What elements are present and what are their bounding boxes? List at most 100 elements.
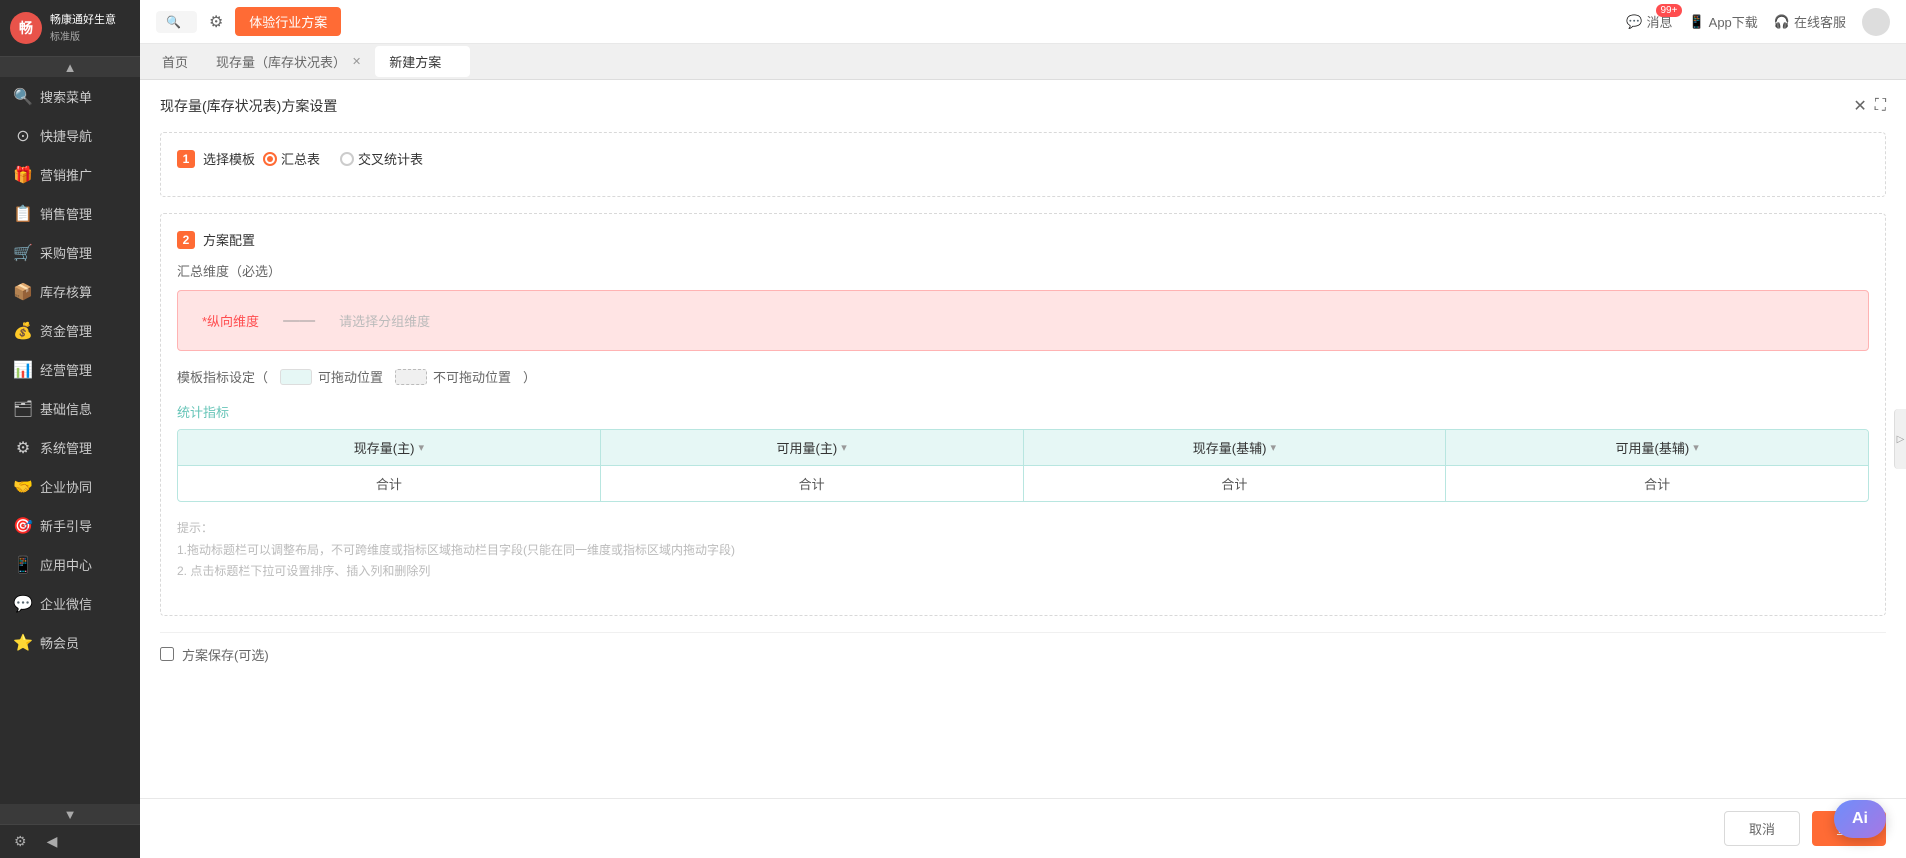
stats-cell-2: 合计 [601, 466, 1024, 501]
stats-col-1[interactable]: 现存量(主) ▾ [178, 430, 601, 465]
stats-label: 统计指标 [177, 402, 1869, 421]
sidebar-item-member[interactable]: ⭐ 畅会员 [0, 623, 140, 662]
stats-section: 统计指标 现存量(主) ▾ 可用量(主) ▾ [177, 402, 1869, 502]
tab-home-label: 首页 [162, 52, 188, 71]
col3-chevron-icon: ▾ [1270, 441, 1276, 454]
search-menu-icon: 🔍 [14, 88, 32, 106]
radio-cross-dot [340, 152, 354, 166]
sidebar-item-finance[interactable]: 💰 资金管理 [0, 311, 140, 350]
tips-section: 提示： 1.拖动标题栏可以调整布局，不可跨维度或指标区域拖动栏目字段(只能在同一… [177, 518, 1869, 583]
sidebar-item-label: 企业微信 [40, 594, 92, 613]
ai-fab-button[interactable]: Ai [1834, 800, 1886, 838]
sidebar-item-label: 快捷导航 [40, 126, 92, 145]
dimension-placeholder: 请选择分组维度 [339, 311, 430, 330]
close-window-button[interactable]: ✕ [1853, 96, 1866, 116]
inventory-icon: 📦 [14, 283, 32, 301]
stats-col-3[interactable]: 现存量(基辅) ▾ [1024, 430, 1447, 465]
expand-window-button[interactable]: ⛶ [1875, 96, 1886, 116]
app-name: 畅康通好生意 [50, 13, 116, 28]
tab-inventory-close-icon[interactable]: ✕ [352, 55, 361, 68]
ai-label: Ai [1852, 810, 1868, 828]
wechat-icon: 💬 [14, 595, 32, 613]
tip-1: 1.拖动标题栏可以调整布局，不可跨维度或指标区域拖动栏目字段(只能在同一维度或指… [177, 540, 1869, 562]
col1-label: 现存量(主) [354, 438, 415, 457]
radio-summary-dot [263, 152, 277, 166]
radio-cross-table[interactable]: 交叉统计表 [340, 149, 423, 168]
new-guide-icon: 🎯 [14, 517, 32, 535]
member-icon: ⭐ [14, 634, 32, 652]
page-title: 现存量(库存状况表)方案设置 [160, 96, 337, 116]
sidebar-item-enterprise[interactable]: 🤝 企业协同 [0, 467, 140, 506]
save-checkbox[interactable] [160, 647, 174, 661]
section-scheme-config: 2 方案配置 汇总维度（必选） *纵向维度 —— 请选择分组维度 模板指标设定（ [160, 213, 1886, 616]
stats-col-2[interactable]: 可用量(主) ▾ [601, 430, 1024, 465]
enterprise-icon: 🤝 [14, 478, 32, 496]
stats-cell-4: 合计 [1446, 466, 1868, 501]
tab-inventory-label: 现存量（库存状况表） [216, 52, 346, 71]
sidebar-item-label: 企业协同 [40, 477, 92, 496]
radio-summary-table[interactable]: 汇总表 [263, 149, 320, 168]
app-download[interactable]: 📱 App下载 [1688, 12, 1757, 31]
col1-chevron-icon: ▾ [418, 441, 424, 454]
vertical-dim-required: *纵向维度 [202, 311, 259, 330]
logo-icon: 畅 [10, 12, 42, 44]
collapse-icon[interactable]: ◀ [47, 833, 58, 850]
summary-dimension-label: 汇总维度（必选） [177, 261, 1869, 280]
topbar-right: 💬 消息 99+ 📱 App下载 🎧 在线客服 [1626, 8, 1890, 36]
cancel-button[interactable]: 取消 [1724, 811, 1800, 846]
tab-inventory-status[interactable]: 现存量（库存状况表） ✕ [202, 46, 375, 77]
sidebar-item-app-center[interactable]: 📱 应用中心 [0, 545, 140, 584]
sidebar-item-new-guide[interactable]: 🎯 新手引导 [0, 506, 140, 545]
sidebar-item-sales[interactable]: 📋 销售管理 [0, 194, 140, 233]
sales-icon: 📋 [14, 205, 32, 223]
settings-icon[interactable]: ⚙ [14, 833, 27, 850]
col3-label: 现存量(基辅) [1193, 438, 1267, 457]
messages-badge-area[interactable]: 💬 消息 99+ [1626, 12, 1672, 31]
user-avatar[interactable] [1862, 8, 1890, 36]
main-area: 🔍 ⚙ 体验行业方案 💬 消息 99+ 📱 App下载 🎧 在线客服 [140, 0, 1906, 858]
online-service[interactable]: 🎧 在线客服 [1774, 12, 1846, 31]
stats-col-4[interactable]: 可用量(基辅) ▾ [1446, 430, 1868, 465]
tab-new-scheme[interactable]: 新建方案 ✕ [375, 46, 470, 77]
stats-table: 现存量(主) ▾ 可用量(主) ▾ 现存量(基辅) ▾ [177, 429, 1869, 502]
purchase-icon: 🛒 [14, 244, 32, 262]
tab-home[interactable]: 首页 [148, 46, 202, 77]
sidebar-scroll-down[interactable]: ▼ [0, 804, 140, 824]
col2-chevron-icon: ▾ [841, 441, 847, 454]
trial-button[interactable]: 体验行业方案 [235, 7, 341, 36]
tips-title: 提示： [177, 518, 1869, 540]
topbar-search[interactable]: 🔍 [156, 11, 197, 33]
sidebar-item-basic-info[interactable]: 🗂 基础信息 [0, 389, 140, 428]
sidebar-item-search-menu[interactable]: 🔍 搜索菜单 [0, 77, 140, 116]
sidebar-item-system[interactable]: ⚙ 系统管理 [0, 428, 140, 467]
phone-icon: 📱 [1688, 14, 1704, 30]
sidebar-item-purchase[interactable]: 🛒 采购管理 [0, 233, 140, 272]
sidebar-scroll-up[interactable]: ▲ [0, 57, 140, 77]
basic-info-icon: 🗂 [14, 400, 32, 418]
app-version: 标准版 [50, 28, 116, 43]
section1-number: 1 [177, 150, 195, 168]
section1-label: 选择模板 [203, 149, 255, 168]
operations-icon: 📊 [14, 361, 32, 379]
sidebar-item-operations[interactable]: 📊 经营管理 [0, 350, 140, 389]
sidebar-item-marketing[interactable]: 🎁 营销推广 [0, 155, 140, 194]
tab-new-scheme-close-icon[interactable]: ✕ [447, 55, 456, 68]
dimension-box[interactable]: *纵向维度 —— 请选择分组维度 [177, 290, 1869, 351]
dimension-arrow: —— [283, 312, 315, 330]
sidebar-item-label: 资金管理 [40, 321, 92, 340]
right-edge-handle[interactable]: ▷ [1894, 409, 1906, 469]
col2-label: 可用量(主) [777, 438, 838, 457]
tab-new-scheme-label: 新建方案 [389, 52, 441, 71]
save-row: 方案保存(可选) [160, 632, 1886, 676]
template-radio-group: 汇总表 交叉统计表 [263, 149, 423, 168]
settings-gear-icon[interactable]: ⚙ [209, 12, 223, 32]
sidebar-item-inventory[interactable]: 📦 库存核算 [0, 272, 140, 311]
template-indicators-prefix: 模板指标设定（ [177, 367, 268, 386]
sidebar-item-label: 系统管理 [40, 438, 92, 457]
template-indicators-row: 模板指标设定（ 可拖动位置 不可拖动位置 ） [177, 367, 1869, 386]
sidebar-item-wechat[interactable]: 💬 企业微信 [0, 584, 140, 623]
sidebar-item-quick-nav[interactable]: ⊙ 快捷导航 [0, 116, 140, 155]
sidebar-item-label: 新手引导 [40, 516, 92, 535]
sidebar-item-label: 销售管理 [40, 204, 92, 223]
section2-label: 方案配置 [203, 230, 255, 249]
